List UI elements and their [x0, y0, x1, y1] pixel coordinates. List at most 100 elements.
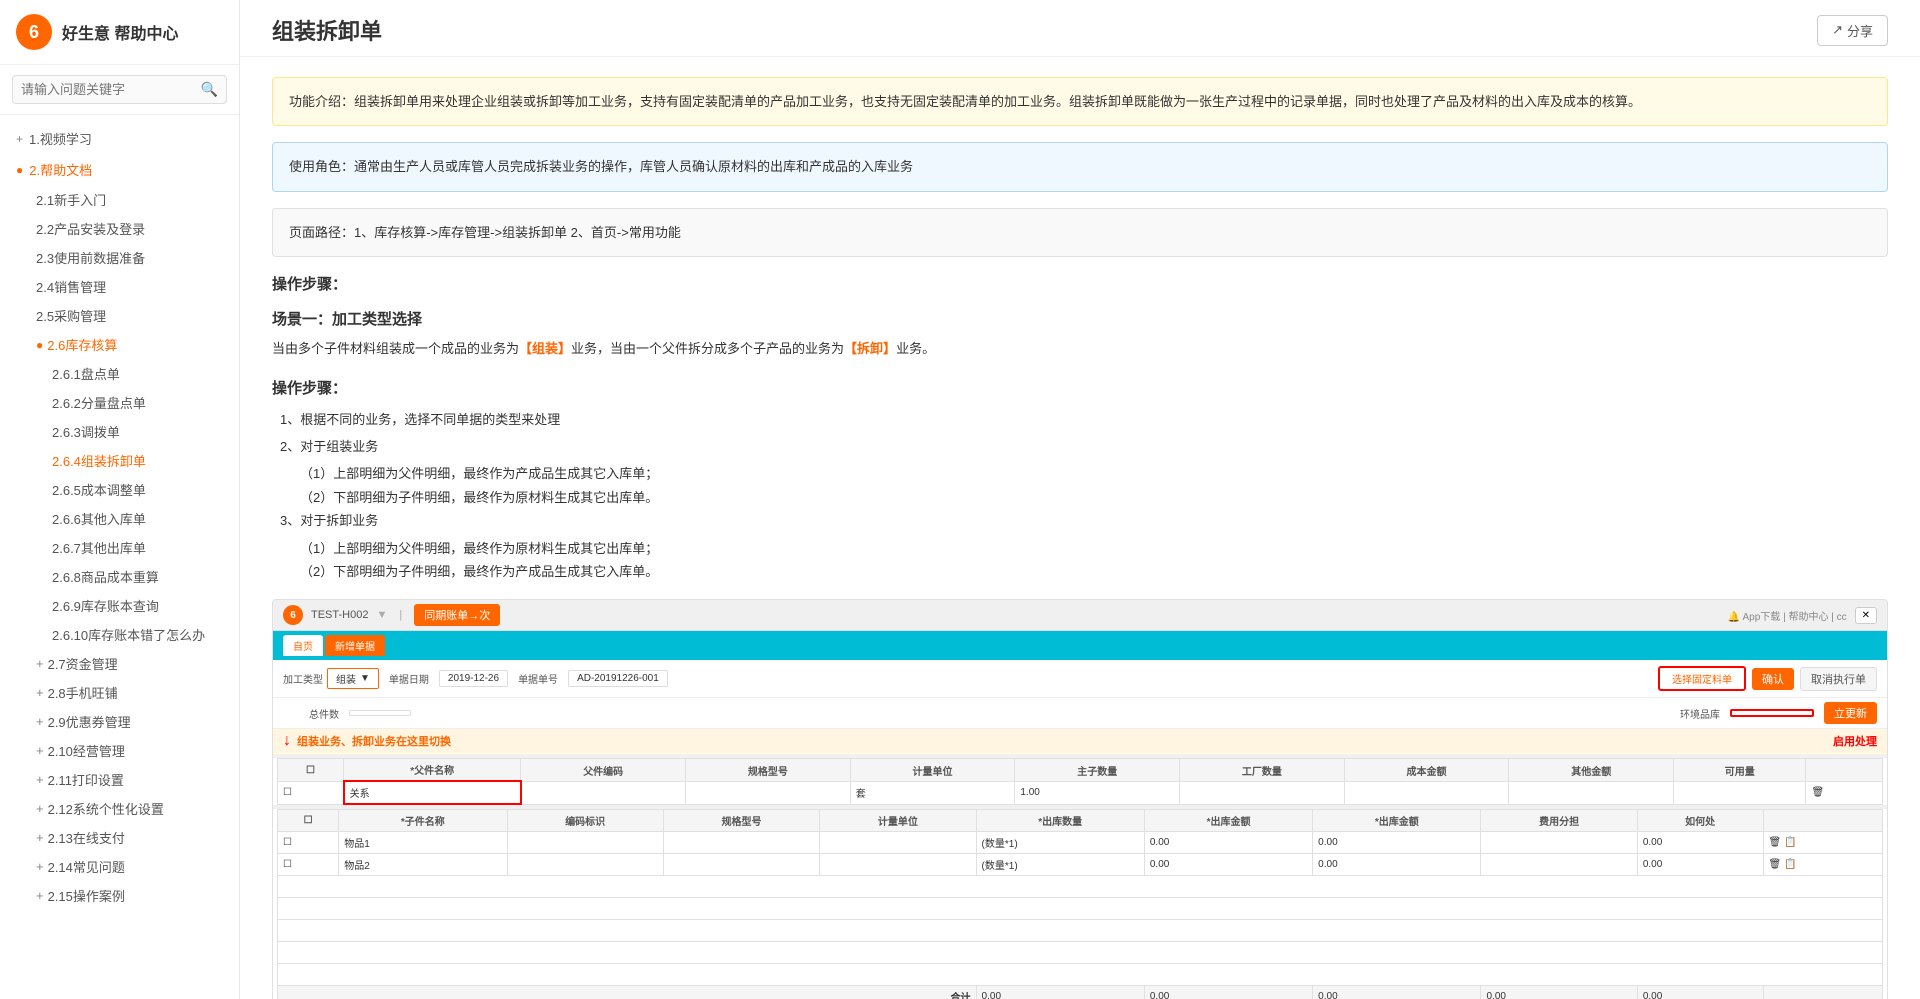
mock-col-child-code-flag: 编码标识	[507, 810, 663, 832]
mock-footer-v3: 0.00	[1313, 986, 1481, 999]
sidebar-item-other-out[interactable]: 2.6.7其他出库单	[0, 533, 239, 562]
sidebar-item-ops[interactable]: + 2.10经营管理	[0, 736, 239, 765]
mock-row1-how: 0.00	[1637, 832, 1763, 854]
mock-close-btn[interactable]: ✕	[1855, 607, 1877, 624]
mock-annotation-bar1: ↓ 组装业务、拆卸业务在这里切换 启用处理	[273, 729, 1887, 754]
mock-cell-check[interactable]: ☐	[278, 781, 344, 804]
sidebar-item-print[interactable]: + 2.11打印设置	[0, 765, 239, 794]
mock-lower-table-area: ☐ *子件名称 编码标识 规格型号 计量单位 *出库数量 *出库金额 *出库金额…	[273, 809, 1887, 999]
step2-2: （2）下部明细为子件明细，最终作为原材料生成其它出库单。	[272, 486, 1888, 509]
mock-row1-action[interactable]: 🗑 📋	[1763, 832, 1882, 854]
search-input[interactable]	[21, 82, 201, 97]
mock-cancel-btn[interactable]: 取消执行单	[1800, 667, 1877, 691]
sidebar-item-cases[interactable]: + 2.15操作案例	[0, 881, 239, 910]
mock-dropdown-icon: ▼	[376, 609, 387, 621]
mock-row2-check[interactable]: ☐	[278, 854, 339, 876]
table-row	[278, 898, 1883, 920]
mock-docno-input[interactable]: AD-20191226-001	[568, 670, 668, 687]
mock-cell-parent-name[interactable]: 关系	[344, 781, 521, 804]
table-row	[278, 964, 1883, 986]
role-intro-text: 使用角色：通常由生产人员或库管人员完成拆装业务的操作，库管人员确认原材料的出库和…	[289, 159, 913, 174]
step3-1: （1）上部明细为父件明细，最终作为原材料生成其它出库单；	[272, 537, 1888, 560]
mock-prev-doc-btn[interactable]: 同期账单→次	[414, 604, 500, 626]
mock-type-input[interactable]: 组装 ▼	[327, 668, 379, 689]
mock-col-out-qty: *出库数量	[976, 810, 1144, 832]
sidebar-item-purchase[interactable]: 2.5采购管理	[0, 301, 239, 330]
mock-qty-input[interactable]	[349, 710, 411, 716]
mock-row1-spec	[663, 832, 819, 854]
mock-footer-v5: 0.00	[1637, 986, 1763, 999]
mock-type-value: 组装	[336, 671, 356, 686]
table-row	[278, 942, 1883, 964]
mock-cell-avail	[1674, 781, 1806, 804]
mock-upper-table: ☐ *父件名称 父件编码 规格型号 计量单位 主子数量 工厂数量 成本金额 其他…	[277, 758, 1883, 805]
mock-col-share: 费用分担	[1481, 810, 1637, 832]
step3-2: （2）下部明细为子件明细，最终作为产成品生成其它入库单。	[272, 560, 1888, 583]
ops-steps-title: 操作步骤：	[272, 377, 1888, 398]
sidebar-item-video[interactable]: + 1.视频学习	[0, 123, 239, 154]
mock-col-check: ☐	[278, 759, 344, 782]
step2: 2、对于组装业务	[272, 435, 1888, 458]
sidebar-item-data-prep[interactable]: 2.3使用前数据准备	[0, 243, 239, 272]
sidebar-item-install[interactable]: 2.2产品安装及登录	[0, 214, 239, 243]
annotation-text1: 组装业务、拆卸业务在这里切换	[297, 733, 451, 749]
step1: 1、根据不同的业务，选择不同单据的类型来处理	[272, 408, 1888, 431]
sidebar-item-inventory[interactable]: ● 2.6库存核算	[0, 330, 239, 359]
sidebar-item-sales[interactable]: 2.4销售管理	[0, 272, 239, 301]
sidebar-item-adjust[interactable]: 2.6.3调拨单	[0, 417, 239, 446]
mock-confirm-btn[interactable]: 确认	[1752, 668, 1794, 690]
mock-row1-check[interactable]: ☐	[278, 832, 339, 854]
share-icon: ↗	[1832, 22, 1843, 38]
mock-col-unit: 计量单位	[850, 759, 1015, 782]
minus-icon: ●	[16, 163, 23, 177]
share-button[interactable]: ↗ 分享	[1817, 15, 1888, 46]
scenario1-desc: 当由多个子件材料组装成一个成品的业务为【组装】业务，当由一个父件拆分成多个子产品…	[272, 337, 1888, 360]
sidebar-item-other-in[interactable]: 2.6.6其他入库单	[0, 504, 239, 533]
mock-enable-btn[interactable]: 立更新	[1824, 702, 1877, 724]
sidebar-item-finance[interactable]: + 2.7资金管理	[0, 649, 239, 678]
mock-col-check2: ☐	[278, 810, 339, 832]
mock-row2-spec	[663, 854, 819, 876]
search-icon[interactable]: 🔍	[201, 81, 218, 98]
mock-tab-home[interactable]: 自页	[283, 635, 323, 656]
table-row: ☐ 物品2 (数量*1) 0.00 0.00 0.00 🗑 📋	[278, 854, 1883, 876]
mock-date-input[interactable]: 2019-12-26	[439, 670, 508, 687]
sidebar-item-stock-check[interactable]: 2.6.9库存账本查询	[0, 591, 239, 620]
mock-cell-action[interactable]: 🗑	[1806, 781, 1883, 804]
mock-tabs: 自页 新增单据	[283, 635, 385, 656]
sidebar-item-assembly[interactable]: 2.6.4组装拆卸单	[0, 446, 239, 475]
mock-sub-form-row: 总件数 环境品库 立更新	[273, 698, 1887, 729]
sidebar-item-docs[interactable]: ● 2.帮助文档	[0, 154, 239, 185]
mock-row2-action[interactable]: 🗑 📋	[1763, 854, 1882, 876]
mock-company: TEST-H002	[311, 609, 368, 621]
page-title: 组装拆卸单	[272, 14, 382, 46]
sidebar-item-coupon[interactable]: + 2.9优惠券管理	[0, 707, 239, 736]
mock-tab-new[interactable]: 新增单据	[325, 635, 385, 656]
path-intro-block: 页面路径：1、库存核算->库存管理->组装拆卸单 2、首页->常用功能	[272, 208, 1888, 257]
step3: 3、对于拆卸业务	[272, 509, 1888, 532]
mock-col-how: 如何处	[1637, 810, 1763, 832]
mock-warehouse-input[interactable]	[1730, 709, 1814, 717]
sidebar-item-stocktake[interactable]: 2.6.1盘点单	[0, 359, 239, 388]
table-row	[278, 920, 1883, 942]
sidebar-item-stock-split[interactable]: 2.6.2分量盘点单	[0, 388, 239, 417]
mock-cell-spec	[686, 781, 851, 804]
sidebar-item-cost-adjust[interactable]: 2.6.5成本调整单	[0, 475, 239, 504]
sidebar-item-custom[interactable]: + 2.12系统个性化设置	[0, 794, 239, 823]
table-row: ☐ 物品1 (数量*1) 0.00 0.00 0.00 🗑 📋	[278, 832, 1883, 854]
mock-col-parent-code: 父件编码	[521, 759, 686, 782]
mock-col-actions-lower	[1763, 810, 1882, 832]
sidebar-item-account-err[interactable]: 2.6.10库存账本错了怎么办	[0, 620, 239, 649]
sidebar-item-pay[interactable]: + 2.13在线支付	[0, 823, 239, 852]
mock-row1-amt2: 0.00	[1313, 832, 1481, 854]
sidebar-item-newbie[interactable]: 2.1新手入门	[0, 185, 239, 214]
mock-col-main-qty: 主子数量	[1015, 759, 1180, 782]
sidebar-item-mobile[interactable]: + 2.8手机旺铺	[0, 678, 239, 707]
mock-warehouse-label: 环境品库	[1680, 706, 1720, 721]
mock-col-child-unit: 计量单位	[820, 810, 976, 832]
sidebar-item-faq[interactable]: + 2.14常见问题	[0, 852, 239, 881]
mock-col-out-amt1: *出库金额	[1144, 810, 1312, 832]
mock-fixed-bom-btn[interactable]: 选择固定料单	[1658, 666, 1746, 691]
sidebar-item-cost-recalc[interactable]: 2.6.8商品成本重算	[0, 562, 239, 591]
mock-date-label: 单据日期	[389, 671, 429, 686]
